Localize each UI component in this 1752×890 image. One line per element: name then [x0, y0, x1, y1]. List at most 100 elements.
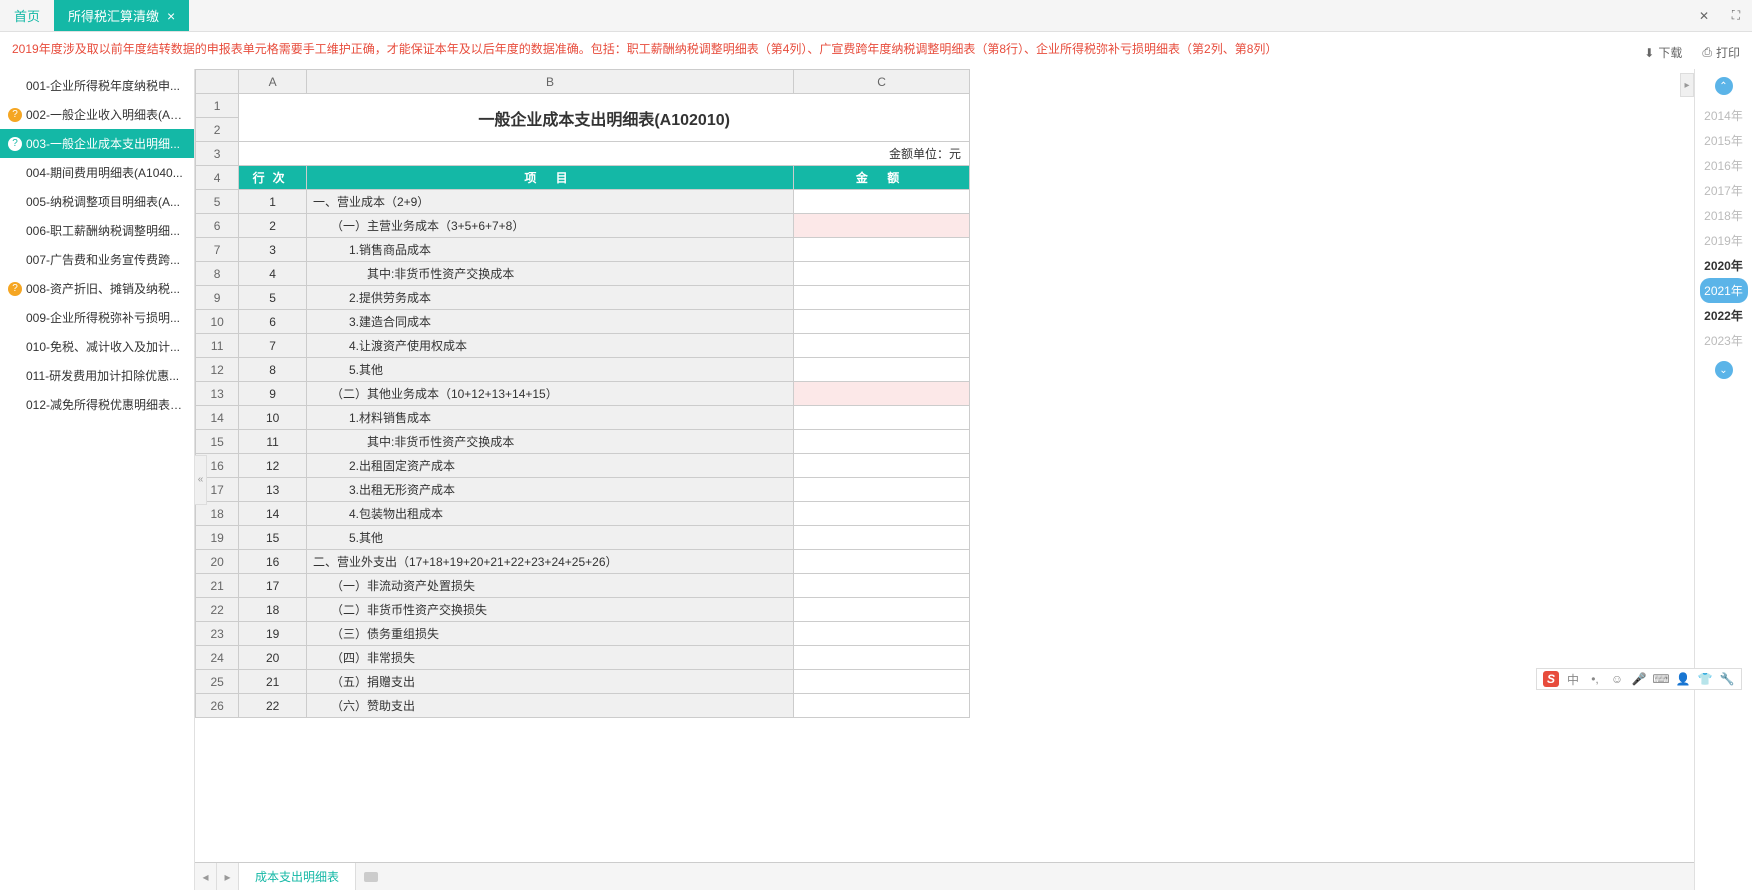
- line-number-cell[interactable]: 22: [239, 694, 307, 718]
- sidebar-item[interactable]: ?008-资产折旧、摊销及纳税...: [0, 274, 194, 303]
- item-cell[interactable]: （一）非流动资产处置损失: [306, 574, 793, 598]
- line-number-cell[interactable]: 16: [239, 550, 307, 574]
- help-icon[interactable]: ?: [8, 108, 22, 122]
- item-cell[interactable]: （三）债务重组损失: [306, 622, 793, 646]
- row-header[interactable]: 24: [196, 646, 239, 670]
- sidebar-item[interactable]: 005-纳税调整项目明细表(A...: [0, 187, 194, 216]
- year-item[interactable]: 2023年: [1700, 328, 1748, 353]
- line-number-cell[interactable]: 14: [239, 502, 307, 526]
- row-header[interactable]: 7: [196, 238, 239, 262]
- item-cell[interactable]: （五）捐赠支出: [306, 670, 793, 694]
- fullscreen-icon[interactable]: ⛶: [1720, 0, 1752, 31]
- amount-cell[interactable]: [794, 238, 970, 262]
- year-rail-expand-handle[interactable]: ▸: [1680, 73, 1694, 97]
- ime-mic-icon[interactable]: 🎤: [1631, 671, 1647, 687]
- year-item[interactable]: 2021年: [1700, 278, 1748, 303]
- spreadsheet[interactable]: A B C 1 一般企业成本支出明细表(A102010) 2 3 金额单位：元: [195, 69, 1694, 862]
- item-cell[interactable]: 5.其他: [306, 358, 793, 382]
- item-cell[interactable]: （一）主营业务成本（3+5+6+7+8）: [306, 214, 793, 238]
- line-number-cell[interactable]: 6: [239, 310, 307, 334]
- item-cell[interactable]: （二）非货币性资产交换损失: [306, 598, 793, 622]
- sidebar-item[interactable]: 009-企业所得税弥补亏损明...: [0, 303, 194, 332]
- scrollbar-thumb[interactable]: [364, 872, 378, 882]
- amount-cell[interactable]: [794, 286, 970, 310]
- sidebar-item[interactable]: 012-减免所得税优惠明细表(...: [0, 390, 194, 419]
- ime-logo-icon[interactable]: S: [1543, 671, 1559, 687]
- print-button[interactable]: ⎙ 打印: [1702, 44, 1740, 61]
- amount-cell[interactable]: [794, 382, 970, 406]
- row-header[interactable]: 3: [196, 142, 239, 166]
- ime-user-icon[interactable]: 👤: [1675, 671, 1691, 687]
- line-number-cell[interactable]: 15: [239, 526, 307, 550]
- line-number-cell[interactable]: 10: [239, 406, 307, 430]
- sheet-nav-last-icon[interactable]: ▸: [217, 863, 239, 890]
- amount-cell[interactable]: [794, 406, 970, 430]
- amount-cell[interactable]: [794, 694, 970, 718]
- line-number-cell[interactable]: 2: [239, 214, 307, 238]
- close-icon[interactable]: ×: [167, 8, 175, 24]
- amount-cell[interactable]: [794, 214, 970, 238]
- amount-cell[interactable]: [794, 550, 970, 574]
- amount-cell[interactable]: [794, 622, 970, 646]
- row-header[interactable]: 22: [196, 598, 239, 622]
- line-number-cell[interactable]: 12: [239, 454, 307, 478]
- row-header[interactable]: 2: [196, 118, 239, 142]
- sidebar-item[interactable]: ?003-一般企业成本支出明细...: [0, 129, 194, 158]
- row-header[interactable]: 21: [196, 574, 239, 598]
- row-header[interactable]: 8: [196, 262, 239, 286]
- ime-keyboard-icon[interactable]: ⌨: [1653, 671, 1669, 687]
- year-item[interactable]: 2014年: [1700, 103, 1748, 128]
- amount-cell[interactable]: [794, 358, 970, 382]
- amount-cell[interactable]: [794, 310, 970, 334]
- row-header[interactable]: 23: [196, 622, 239, 646]
- amount-cell[interactable]: [794, 454, 970, 478]
- item-cell[interactable]: 其中:非货币性资产交换成本: [306, 430, 793, 454]
- line-number-cell[interactable]: 11: [239, 430, 307, 454]
- sidebar-item[interactable]: 010-免税、减计收入及加计...: [0, 332, 194, 361]
- ime-emoji-icon[interactable]: ☺: [1609, 671, 1625, 687]
- year-down-icon[interactable]: ⌄: [1715, 361, 1733, 379]
- sidebar-item[interactable]: ?002-一般企业收入明细表(A10...: [0, 100, 194, 129]
- item-cell[interactable]: 2.提供劳务成本: [306, 286, 793, 310]
- sidebar-collapse-handle[interactable]: «: [195, 455, 207, 505]
- item-cell[interactable]: （四）非常损失: [306, 646, 793, 670]
- item-cell[interactable]: 二、营业外支出（17+18+19+20+21+22+23+24+25+26）: [306, 550, 793, 574]
- row-header[interactable]: 13: [196, 382, 239, 406]
- line-number-cell[interactable]: 3: [239, 238, 307, 262]
- line-number-cell[interactable]: 8: [239, 358, 307, 382]
- item-cell[interactable]: 3.出租无形资产成本: [306, 478, 793, 502]
- row-header[interactable]: 6: [196, 214, 239, 238]
- item-cell[interactable]: 其中:非货币性资产交换成本: [306, 262, 793, 286]
- amount-cell[interactable]: [794, 526, 970, 550]
- ime-lang-icon[interactable]: 中: [1565, 671, 1581, 687]
- col-header-b[interactable]: B: [306, 70, 793, 94]
- amount-cell[interactable]: [794, 574, 970, 598]
- line-number-cell[interactable]: 13: [239, 478, 307, 502]
- amount-cell[interactable]: [794, 646, 970, 670]
- row-header[interactable]: 12: [196, 358, 239, 382]
- ime-skin-icon[interactable]: 👕: [1697, 671, 1713, 687]
- line-number-cell[interactable]: 9: [239, 382, 307, 406]
- line-number-cell[interactable]: 18: [239, 598, 307, 622]
- year-item[interactable]: 2018年: [1700, 203, 1748, 228]
- amount-cell[interactable]: [794, 262, 970, 286]
- ime-toolbar[interactable]: S 中 •, ☺ 🎤 ⌨ 👤 👕 🔧: [1536, 668, 1742, 690]
- row-header[interactable]: 5: [196, 190, 239, 214]
- item-cell[interactable]: 1.销售商品成本: [306, 238, 793, 262]
- amount-cell[interactable]: [794, 598, 970, 622]
- year-item[interactable]: 2017年: [1700, 178, 1748, 203]
- tab-tax[interactable]: 所得税汇算清缴 ×: [54, 0, 189, 31]
- year-item[interactable]: 2015年: [1700, 128, 1748, 153]
- download-button[interactable]: ⬇ 下载: [1644, 44, 1682, 61]
- line-number-cell[interactable]: 7: [239, 334, 307, 358]
- item-cell[interactable]: 3.建造合同成本: [306, 310, 793, 334]
- amount-cell[interactable]: [794, 334, 970, 358]
- line-number-cell[interactable]: 4: [239, 262, 307, 286]
- year-up-icon[interactable]: ⌃: [1715, 77, 1733, 95]
- amount-cell[interactable]: [794, 430, 970, 454]
- item-cell[interactable]: 一、营业成本（2+9）: [306, 190, 793, 214]
- item-cell[interactable]: （六）赞助支出: [306, 694, 793, 718]
- sidebar-item[interactable]: 006-职工薪酬纳税调整明细...: [0, 216, 194, 245]
- row-header[interactable]: 18: [196, 502, 239, 526]
- ime-punct-icon[interactable]: •,: [1587, 671, 1603, 687]
